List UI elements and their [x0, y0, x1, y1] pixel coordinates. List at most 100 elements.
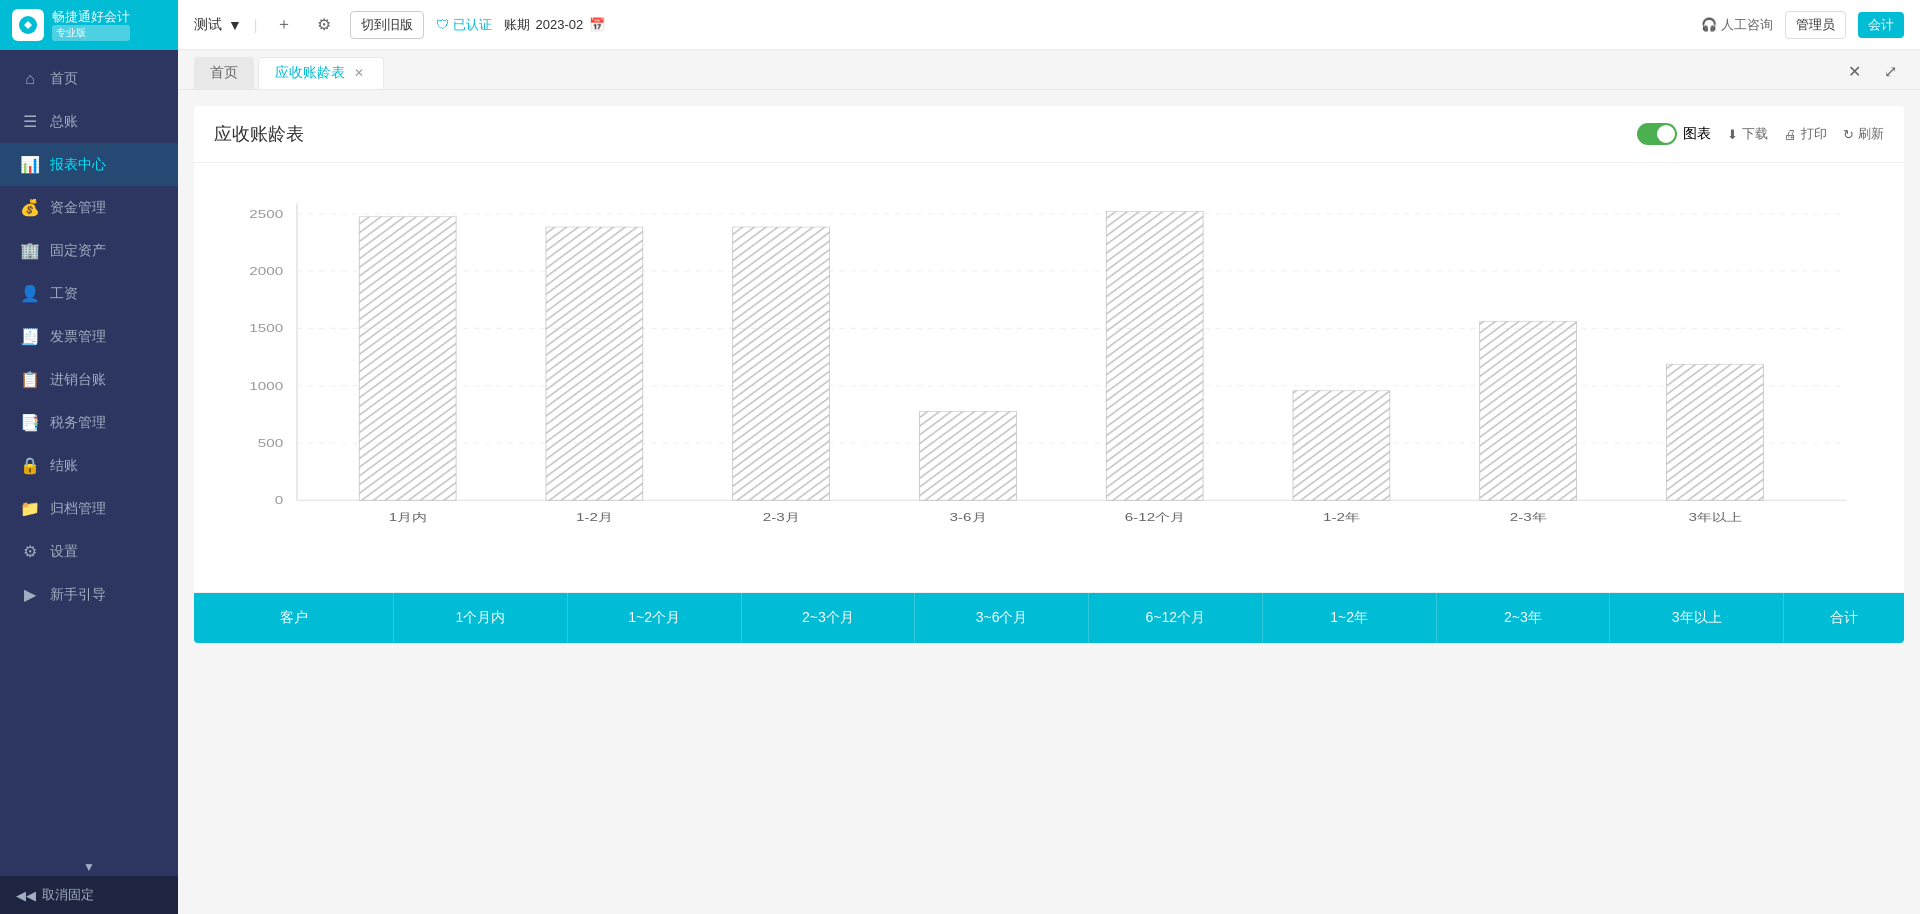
- svg-rect-29: [1667, 364, 1764, 500]
- home-nav-icon: ⌂: [20, 70, 40, 88]
- svg-text:2000: 2000: [249, 265, 283, 278]
- tab-aging-close[interactable]: ✕: [351, 65, 367, 81]
- salary-nav-icon: 👤: [20, 284, 40, 303]
- tab-close-icon[interactable]: ✕: [1840, 57, 1868, 85]
- sidebar-item-salary[interactable]: 👤 工资: [0, 272, 178, 315]
- sidebar-item-tax[interactable]: 📑 税务管理: [0, 401, 178, 444]
- toggle-track[interactable]: [1637, 123, 1677, 145]
- svg-rect-17: [546, 227, 643, 500]
- settings-nav-label: 设置: [50, 543, 78, 561]
- sidebar-pin-btn[interactable]: ◀◀ 取消固定: [0, 876, 178, 914]
- tabbar: 首页 应收账龄表 ✕ ✕ ⤢: [178, 50, 1920, 90]
- period-display: 账期 2023-02 📅: [504, 16, 606, 34]
- svg-text:2500: 2500: [249, 208, 283, 221]
- table-header-7: 2~3年: [1437, 593, 1611, 643]
- consult-btn[interactable]: 🎧 人工咨询: [1701, 16, 1773, 34]
- close-nav-icon: 🔒: [20, 456, 40, 475]
- download-icon: ⬇: [1727, 127, 1738, 142]
- topbar-right: 🎧 人工咨询 管理员 会计: [1701, 11, 1904, 39]
- tab-expand-icon[interactable]: ⤢: [1876, 57, 1904, 85]
- chart-area: 0 500 1000 1500 2000 2500 1月内: [194, 163, 1904, 593]
- svg-rect-23: [1106, 212, 1203, 501]
- sidebar-item-trade[interactable]: 📋 进销台账: [0, 358, 178, 401]
- ledger-nav-label: 总账: [50, 113, 78, 131]
- sidebar-item-home[interactable]: ⌂ 首页: [0, 58, 178, 100]
- tax-nav-label: 税务管理: [50, 414, 106, 432]
- trade-nav-icon: 📋: [20, 370, 40, 389]
- headset-icon: 🎧: [1701, 17, 1717, 32]
- guide-nav-icon: ▶: [20, 585, 40, 604]
- svg-text:3-6月: 3-6月: [950, 511, 987, 524]
- sidebar-item-fund[interactable]: 💰 资金管理: [0, 186, 178, 229]
- chart-toggle[interactable]: 图表: [1637, 123, 1711, 145]
- logo-text: 畅捷通好会计: [52, 9, 130, 26]
- svg-rect-21: [920, 411, 1017, 500]
- fund-nav-label: 资金管理: [50, 199, 106, 217]
- settings-btn[interactable]: ⚙: [310, 11, 338, 39]
- svg-rect-25: [1293, 391, 1390, 501]
- refresh-label: 刷新: [1858, 125, 1884, 143]
- table-header-6: 1~2年: [1263, 593, 1437, 643]
- guide-nav-label: 新手引导: [50, 586, 106, 604]
- logo-badge: 专业版: [52, 25, 130, 41]
- calendar-icon[interactable]: 📅: [589, 17, 605, 32]
- topbar-project[interactable]: 测试 ▼: [194, 16, 242, 34]
- sidebar-item-ledger[interactable]: ☰ 总账: [0, 100, 178, 143]
- download-btn[interactable]: ⬇ 下载: [1727, 125, 1768, 143]
- svg-text:1月内: 1月内: [389, 511, 427, 524]
- svg-text:2-3年: 2-3年: [1510, 511, 1547, 524]
- table-header-4: 3~6个月: [915, 593, 1089, 643]
- sidebar-item-archive[interactable]: 📁 归档管理: [0, 487, 178, 530]
- add-btn[interactable]: ＋: [270, 11, 298, 39]
- svg-text:1000: 1000: [249, 380, 283, 393]
- sidebar-item-settings[interactable]: ⚙ 设置: [0, 530, 178, 573]
- cert-shield-icon: 🛡: [436, 17, 449, 32]
- sidebar-item-asset[interactable]: 🏢 固定资产: [0, 229, 178, 272]
- tab-home[interactable]: 首页: [194, 57, 254, 89]
- report-nav-label: 报表中心: [50, 156, 106, 174]
- report-title: 应收账龄表: [214, 122, 1637, 146]
- svg-text:500: 500: [258, 437, 283, 450]
- period-text: 账期: [504, 16, 530, 34]
- sidebar: 畅捷通好会计 专业版 ⌂ 首页 ☰ 总账 📊 报表中心 💰 资金管理 🏢 固定资…: [0, 0, 178, 914]
- tab-aging[interactable]: 应收账龄表 ✕: [258, 57, 384, 89]
- tab-aging-label: 应收账龄表: [275, 64, 345, 82]
- pin-icon: ◀◀: [16, 888, 36, 903]
- topbar: 测试 ▼ | ＋ ⚙ 切到旧版 🛡 已认证 账期 2023-02 📅 🎧 人工咨…: [178, 0, 1920, 50]
- sidebar-item-close[interactable]: 🔒 结账: [0, 444, 178, 487]
- tax-nav-icon: 📑: [20, 413, 40, 432]
- table-header-2: 1~2个月: [568, 593, 742, 643]
- sidebar-item-guide[interactable]: ▶ 新手引导: [0, 573, 178, 616]
- svg-text:2-3月: 2-3月: [763, 511, 800, 524]
- logo-icon: [12, 9, 44, 41]
- sidebar-scroll-down[interactable]: ▼: [0, 856, 178, 878]
- asset-nav-label: 固定资产: [50, 242, 106, 260]
- main-content: 测试 ▼ | ＋ ⚙ 切到旧版 🛡 已认证 账期 2023-02 📅 🎧 人工咨…: [178, 0, 1920, 914]
- refresh-icon: ↻: [1843, 127, 1854, 142]
- trade-nav-label: 进销台账: [50, 371, 106, 389]
- tabbar-actions: ✕ ⤢: [1840, 57, 1904, 89]
- print-btn[interactable]: 🖨 打印: [1784, 125, 1827, 143]
- chart-svg: 0 500 1000 1500 2000 2500 1月内: [214, 183, 1874, 572]
- table-header-8: 3年以上: [1610, 593, 1784, 643]
- sidebar-item-invoice[interactable]: 🧾 发票管理: [0, 315, 178, 358]
- invoice-nav-label: 发票管理: [50, 328, 106, 346]
- table-header-5: 6~12个月: [1089, 593, 1263, 643]
- tab-home-label: 首页: [210, 64, 238, 82]
- table-header-9: 合计: [1784, 593, 1904, 643]
- table-header-0: 客户: [194, 593, 394, 643]
- ledger-nav-icon: ☰: [20, 112, 40, 131]
- sidebar-item-report[interactable]: 📊 报表中心: [0, 143, 178, 186]
- sidebar-nav: ⌂ 首页 ☰ 总账 📊 报表中心 💰 资金管理 🏢 固定资产 👤 工资 🧾 发票…: [0, 50, 178, 876]
- cert-badge: 🛡 已认证: [436, 16, 492, 34]
- chart-toggle-label: 图表: [1683, 125, 1711, 143]
- switch-version-btn[interactable]: 切到旧版: [350, 11, 424, 39]
- role-btn[interactable]: 会计: [1858, 12, 1904, 38]
- period-value: 2023-02: [536, 17, 584, 32]
- table-header-3: 2~3个月: [742, 593, 916, 643]
- report-header: 应收账龄表 图表 ⬇ 下载 🖨 打印: [194, 106, 1904, 163]
- manager-btn[interactable]: 管理员: [1785, 11, 1846, 39]
- pin-label: 取消固定: [42, 886, 94, 904]
- svg-text:1-2年: 1-2年: [1323, 511, 1360, 524]
- refresh-btn[interactable]: ↻ 刷新: [1843, 125, 1884, 143]
